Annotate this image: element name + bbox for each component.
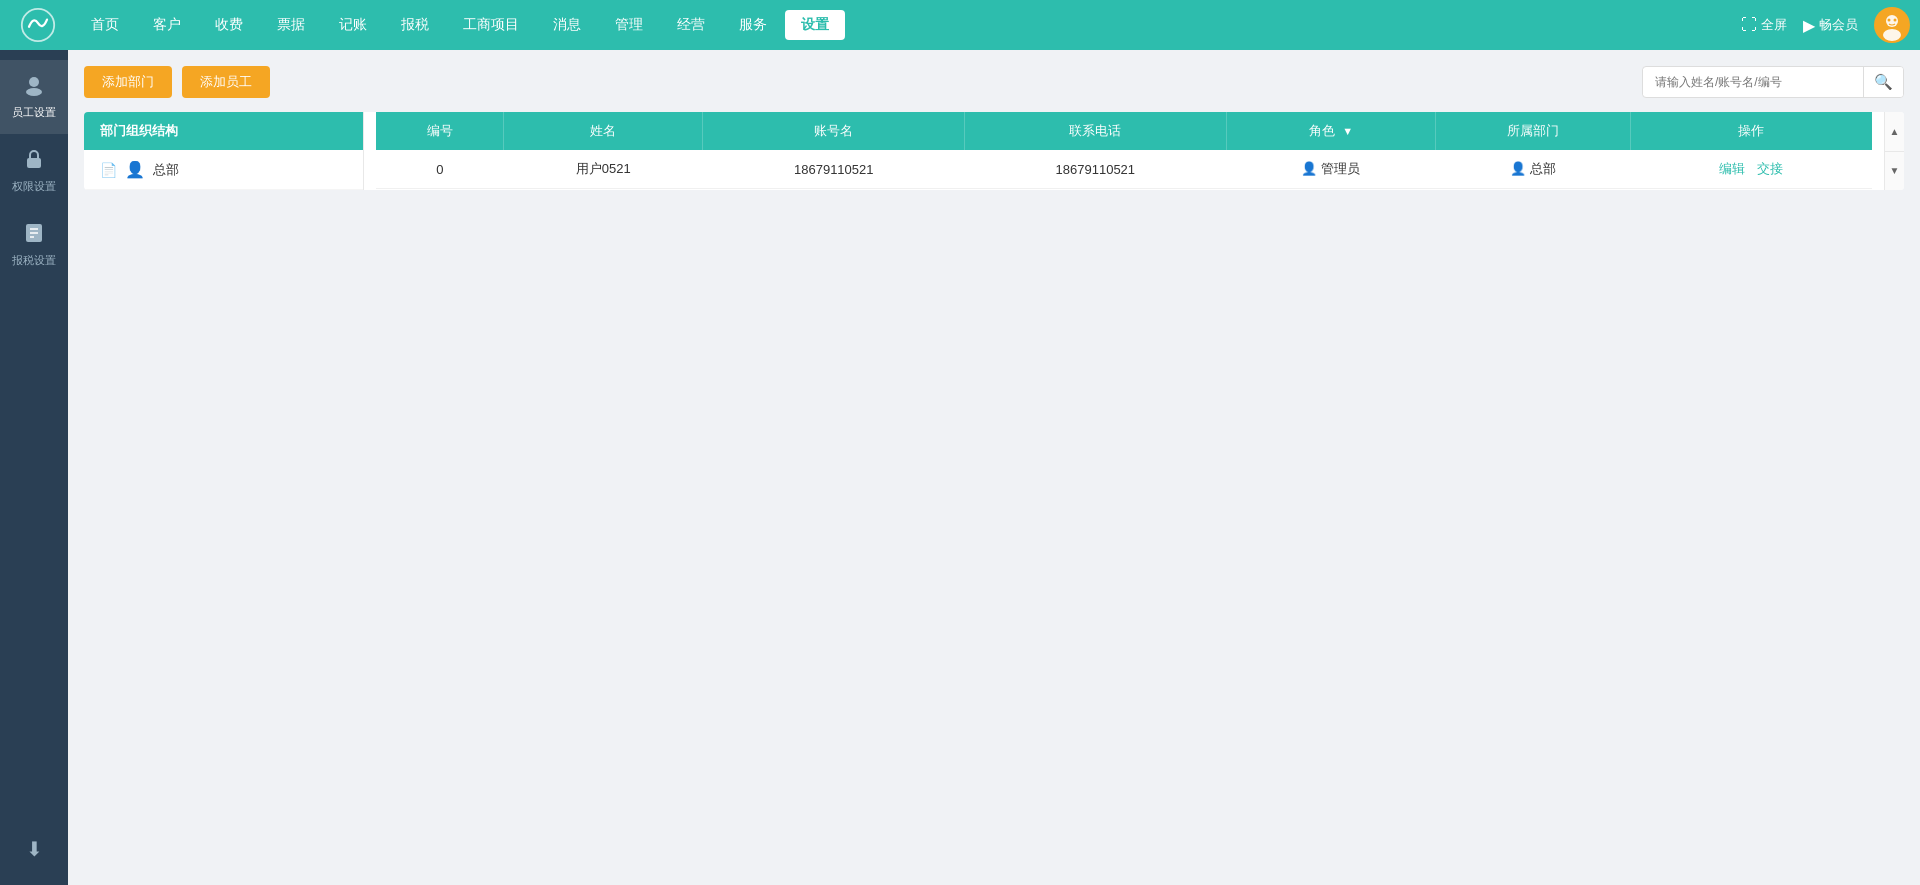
- layout: 员工设置 权限设置 报税设置 ⬇ 添加部门 添加员工 �: [0, 50, 1920, 885]
- col-header-phone: 联系电话: [965, 112, 1227, 150]
- avatar[interactable]: [1874, 7, 1910, 43]
- nav-item-business[interactable]: 工商项目: [447, 10, 535, 40]
- add-dept-button[interactable]: 添加部门: [84, 66, 172, 98]
- tree-item-headquarters[interactable]: 📄 👤 总部: [84, 150, 363, 190]
- sidebar-item-taxsettings[interactable]: 报税设置: [0, 208, 68, 282]
- data-table: 编号 姓名 账号名 联系电话 角色 ▼ 所属部门 操作: [376, 112, 1872, 189]
- svg-point-5: [1894, 19, 1897, 22]
- nav-item-bills[interactable]: 票据: [261, 10, 321, 40]
- cell-phone: 18679110521: [965, 150, 1227, 189]
- nav-item-charge[interactable]: 收费: [199, 10, 259, 40]
- nav-item-message[interactable]: 消息: [537, 10, 597, 40]
- col-header-dept: 所属部门: [1436, 112, 1631, 150]
- fullscreen-icon: ⛶: [1741, 16, 1757, 34]
- search-bar: 🔍: [1642, 66, 1904, 98]
- col-header-actions: 操作: [1630, 112, 1872, 150]
- edit-link[interactable]: 编辑: [1719, 161, 1745, 176]
- sidebar-item-employee-label: 员工设置: [12, 105, 56, 120]
- table-panel: 编号 姓名 账号名 联系电话 角色 ▼ 所属部门 操作: [376, 112, 1872, 190]
- member-icon: ▶: [1803, 16, 1815, 35]
- nav-item-home[interactable]: 首页: [75, 10, 135, 40]
- role-user-icon: 👤: [1301, 161, 1317, 176]
- table-body: 0 用户0521 18679110521 18679110521 👤管理员 👤总…: [376, 150, 1872, 189]
- fullscreen-label: 全屏: [1761, 16, 1787, 34]
- tree-item-file-icon: 📄: [100, 162, 117, 178]
- toolbar: 添加部门 添加员工 🔍: [84, 66, 1904, 98]
- main-content: 添加部门 添加员工 🔍 部门组织结构 📄 👤 总部: [68, 50, 1920, 885]
- nav-item-tax[interactable]: 报税: [385, 10, 445, 40]
- nav-item-service[interactable]: 服务: [723, 10, 783, 40]
- col-header-name: 姓名: [504, 112, 703, 150]
- download-icon: ⬇: [26, 837, 43, 861]
- svg-rect-8: [27, 158, 41, 168]
- avatar-image: [1875, 8, 1909, 42]
- cell-dept: 👤总部: [1436, 150, 1631, 189]
- tree-item-user-icon: 👤: [125, 160, 145, 179]
- top-nav: 首页 客户 收费 票据 记账 报税 工商项目 消息 管理 经营 服务 设置 ⛶ …: [0, 0, 1920, 50]
- dept-user-icon: 👤: [1510, 161, 1526, 176]
- table-header-row: 编号 姓名 账号名 联系电话 角色 ▼ 所属部门 操作: [376, 112, 1872, 150]
- lock-icon: [24, 148, 44, 175]
- tree-item-label: 总部: [153, 161, 179, 179]
- cell-id: 0: [376, 150, 504, 189]
- fullscreen-button[interactable]: ⛶ 全屏: [1741, 16, 1787, 34]
- col-header-role: 角色 ▼: [1226, 112, 1436, 150]
- svg-point-6: [29, 77, 39, 87]
- cell-actions: 编辑 交接: [1630, 150, 1872, 189]
- sidebar-item-permission-label: 权限设置: [12, 179, 56, 194]
- tax-settings-icon: [23, 222, 45, 249]
- svg-point-7: [26, 88, 42, 96]
- cell-name: 用户0521: [504, 150, 703, 189]
- search-input[interactable]: [1643, 69, 1863, 95]
- logo: [10, 7, 65, 43]
- nav-item-operation[interactable]: 经营: [661, 10, 721, 40]
- member-label: 畅会员: [1819, 16, 1858, 34]
- content-area: 部门组织结构 📄 👤 总部 编号 姓名 账号名 联系电话: [84, 112, 1904, 190]
- add-employee-button[interactable]: 添加员工: [182, 66, 270, 98]
- col-header-id: 编号: [376, 112, 504, 150]
- member-button[interactable]: ▶ 畅会员: [1803, 16, 1858, 35]
- nav-items: 首页 客户 收费 票据 记账 报税 工商项目 消息 管理 经营 服务 设置: [75, 10, 1741, 40]
- scroll-down-button[interactable]: ▼: [1885, 152, 1904, 191]
- transfer-link[interactable]: 交接: [1757, 161, 1783, 176]
- nav-right: ⛶ 全屏 ▶ 畅会员: [1741, 7, 1910, 43]
- tree-panel: 部门组织结构 📄 👤 总部: [84, 112, 364, 190]
- nav-item-settings[interactable]: 设置: [785, 10, 845, 40]
- col-header-account: 账号名: [703, 112, 965, 150]
- sidebar-item-employee[interactable]: 员工设置: [0, 60, 68, 134]
- employee-icon: [23, 74, 45, 101]
- scroll-controls: ▲ ▼: [1884, 112, 1904, 190]
- svg-point-4: [1888, 19, 1891, 22]
- cell-role: 👤管理员: [1226, 150, 1436, 189]
- tree-header: 部门组织结构: [84, 112, 363, 150]
- nav-item-manage[interactable]: 管理: [599, 10, 659, 40]
- table-row: 0 用户0521 18679110521 18679110521 👤管理员 👤总…: [376, 150, 1872, 189]
- svg-point-3: [1883, 29, 1901, 41]
- cell-account: 18679110521: [703, 150, 965, 189]
- logo-icon: [20, 7, 56, 43]
- sidebar: 员工设置 权限设置 报税设置 ⬇: [0, 50, 68, 885]
- search-button[interactable]: 🔍: [1863, 67, 1903, 97]
- nav-item-account[interactable]: 记账: [323, 10, 383, 40]
- sidebar-item-taxsettings-label: 报税设置: [12, 253, 56, 268]
- sidebar-item-permission[interactable]: 权限设置: [0, 134, 68, 208]
- sidebar-item-download[interactable]: ⬇: [0, 823, 68, 875]
- nav-item-customer[interactable]: 客户: [137, 10, 197, 40]
- sidebar-bottom: ⬇: [0, 823, 68, 875]
- scroll-up-button[interactable]: ▲: [1885, 112, 1904, 152]
- filter-icon[interactable]: ▼: [1342, 125, 1353, 137]
